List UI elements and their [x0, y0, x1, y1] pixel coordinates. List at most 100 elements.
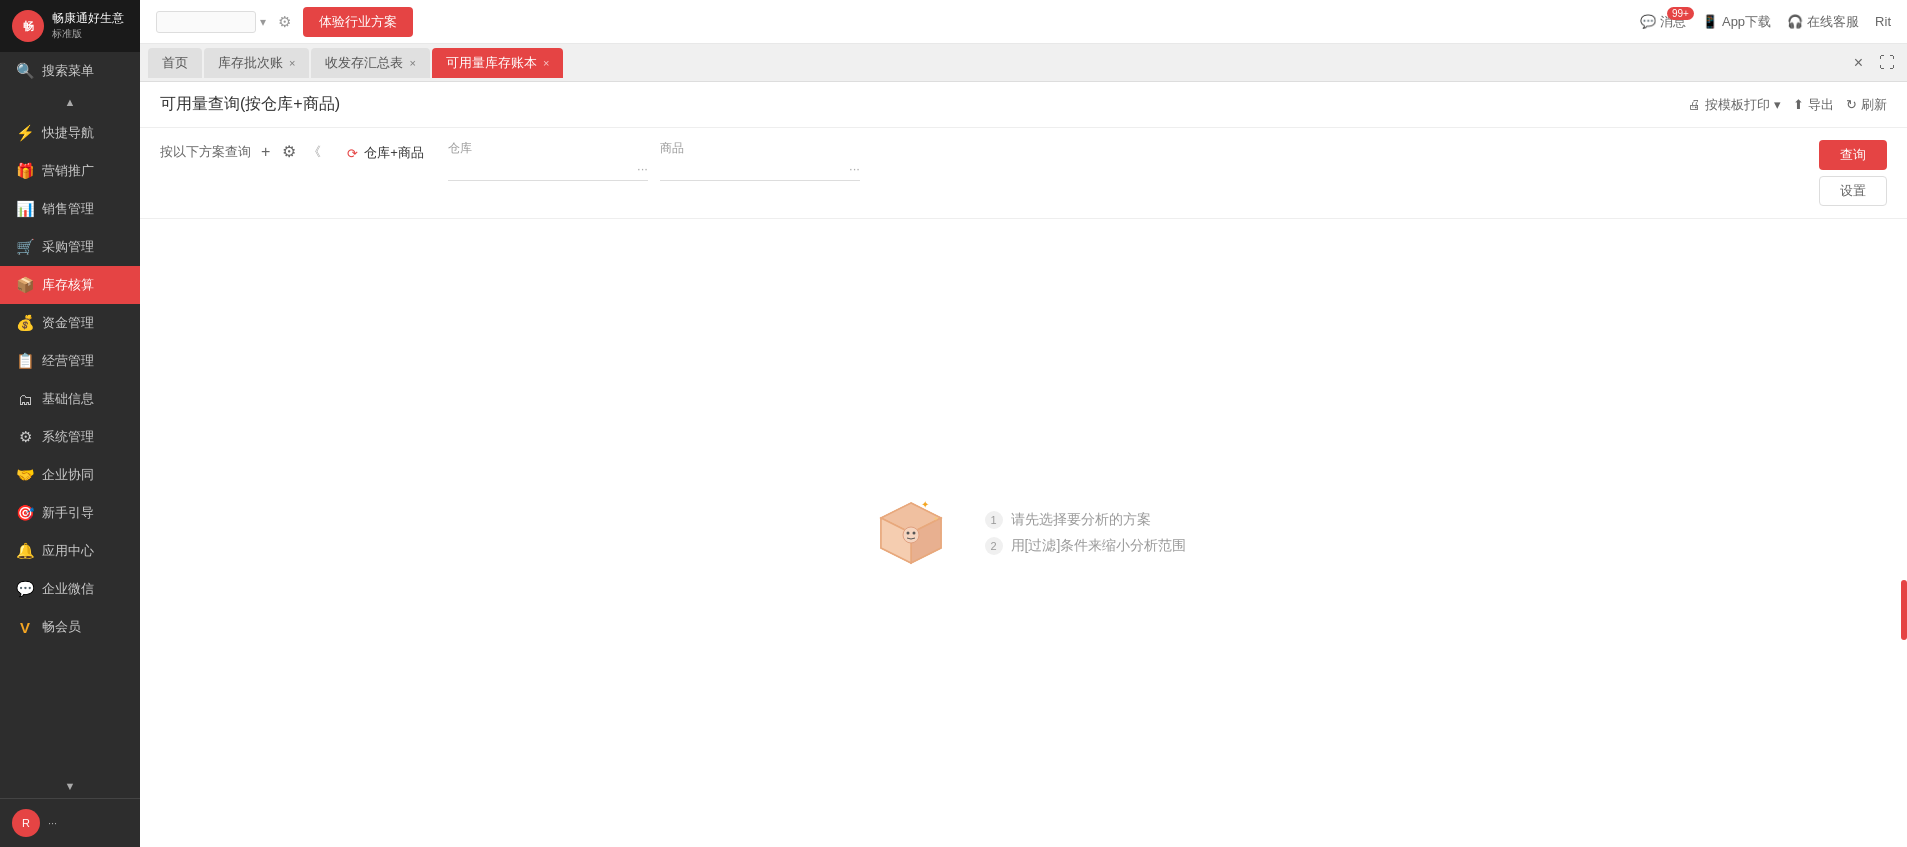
print-btn[interactable]: 🖨 按模板打印 ▾ — [1688, 96, 1781, 114]
svg-point-5 — [906, 532, 909, 535]
sidebar-item-label: 采购管理 — [42, 238, 94, 256]
sidebar-item-wechat[interactable]: 💬 企业微信 — [0, 570, 140, 608]
empty-svg: ✦ ✦ — [861, 483, 961, 583]
empty-msg-2: 2 用[过滤]条件来缩小分析范围 — [985, 537, 1187, 555]
export-btn[interactable]: ⬆ 导出 — [1793, 96, 1834, 114]
sidebar-item-member[interactable]: V 畅会员 — [0, 608, 140, 646]
scheme-item-warehouse-product[interactable]: ⟳ 仓库+商品 — [339, 140, 432, 166]
sidebar-item-enterprise[interactable]: 🤝 企业协同 — [0, 456, 140, 494]
quick-nav-icon: ⚡ — [16, 124, 34, 142]
search-menu-label: 搜索菜单 — [42, 62, 94, 80]
expand-tab-action[interactable]: ⛶ — [1875, 50, 1899, 76]
svg-text:✦: ✦ — [921, 499, 929, 510]
filter-field-product: 商品 ··· — [660, 140, 860, 181]
scheme-label: 按以下方案查询 — [160, 143, 251, 161]
app-download-btn[interactable]: 📱 App下载 — [1702, 13, 1771, 31]
sidebar-user-label: ··· — [48, 817, 57, 829]
settings-btn[interactable]: 设置 — [1819, 176, 1887, 206]
tab-collect-ledger[interactable]: 收发存汇总表 × — [311, 48, 429, 78]
sidebar-item-label: 新手引导 — [42, 504, 94, 522]
product-dots-btn[interactable]: ··· — [849, 161, 860, 176]
scheme-icon: ⟳ — [347, 146, 358, 161]
msg-text-2: 用[过滤]条件来缩小分析范围 — [1011, 537, 1187, 555]
sidebar-item-system[interactable]: ⚙ 系统管理 — [0, 418, 140, 456]
add-scheme-btn[interactable]: + — [259, 141, 272, 163]
svg-text:✦: ✦ — [933, 515, 939, 522]
sidebar: 畅 畅康通好生意 标准版 🔍 搜索菜单 ▲ ⚡ 快捷导航 🎁 营销推广 📊 销售… — [0, 0, 140, 847]
app-label: App下载 — [1722, 13, 1771, 31]
tab-available-ledger-label: 可用量库存账本 — [446, 54, 537, 72]
service-label: 在线客服 — [1807, 13, 1859, 31]
tab-available-ledger[interactable]: 可用量库存账本 × — [432, 48, 563, 78]
sidebar-item-label: 快捷导航 — [42, 124, 94, 142]
close-tab-action[interactable]: × — [1850, 50, 1867, 76]
warehouse-input[interactable] — [448, 161, 633, 176]
svg-point-6 — [912, 532, 915, 535]
tab-batch-ledger[interactable]: 库存批次账 × — [204, 48, 309, 78]
sidebar-item-label: 畅会员 — [42, 618, 81, 636]
sidebar-item-operation[interactable]: 📋 经营管理 — [0, 342, 140, 380]
msg-num-2: 2 — [985, 537, 1003, 555]
sidebar-item-guide[interactable]: 🎯 新手引导 — [0, 494, 140, 532]
user-info[interactable]: Rit — [1875, 14, 1891, 29]
warehouse-dots-btn[interactable]: ··· — [637, 161, 648, 176]
refresh-btn[interactable]: ↻ 刷新 — [1846, 96, 1887, 114]
app-title: 畅康通好生意 — [52, 11, 124, 27]
right-scrollbar[interactable] — [1901, 580, 1907, 640]
settings-icon[interactable]: ⚙ — [278, 13, 291, 31]
sidebar-item-finance[interactable]: 💰 资金管理 — [0, 304, 140, 342]
tab-home[interactable]: 首页 — [148, 48, 202, 78]
tab-close-batch[interactable]: × — [289, 57, 295, 69]
sidebar-item-app-center[interactable]: 🔔 应用中心 — [0, 532, 140, 570]
tab-close-collect[interactable]: × — [409, 57, 415, 69]
tab-close-available[interactable]: × — [543, 57, 549, 69]
sidebar-header: 畅 畅康通好生意 标准版 — [0, 0, 140, 52]
sidebar-item-inventory[interactable]: 📦 库存核算 — [0, 266, 140, 304]
empty-msg-1: 1 请先选择要分析的方案 — [985, 511, 1187, 529]
print-label: 按模板打印 — [1705, 96, 1770, 114]
marketing-icon: 🎁 — [16, 162, 34, 180]
scroll-down-btn[interactable]: ▼ — [0, 774, 140, 798]
msg-btn[interactable]: 💬 消息 99+ — [1640, 13, 1686, 31]
search-menu[interactable]: 🔍 搜索菜单 — [0, 52, 140, 90]
finance-icon: 💰 — [16, 314, 34, 332]
purchase-icon: 🛒 — [16, 238, 34, 256]
topbar: ▾ ⚙ 体验行业方案 💬 消息 99+ 📱 App下载 🎧 在线客服 Rit — [140, 0, 1907, 44]
warehouse-field-label: 仓库 — [448, 140, 648, 157]
logo-text: 畅 — [23, 19, 34, 34]
refresh-icon: ↻ — [1846, 97, 1857, 112]
sidebar-item-sales[interactable]: 📊 销售管理 — [0, 190, 140, 228]
sales-icon: 📊 — [16, 200, 34, 218]
service-btn[interactable]: 🎧 在线客服 — [1787, 13, 1859, 31]
avatar: R — [12, 809, 40, 837]
system-icon: ⚙ — [16, 428, 34, 446]
scheme-settings-btn[interactable]: ⚙ — [280, 140, 298, 163]
product-field-label: 商品 — [660, 140, 860, 157]
product-input[interactable] — [660, 161, 845, 176]
scroll-up-btn[interactable]: ▲ — [0, 90, 140, 114]
sidebar-item-marketing[interactable]: 🎁 营销推广 — [0, 152, 140, 190]
main-content: ▾ ⚙ 体验行业方案 💬 消息 99+ 📱 App下载 🎧 在线客服 Rit — [140, 0, 1907, 847]
query-btn[interactable]: 查询 — [1819, 140, 1887, 170]
sidebar-item-label: 企业微信 — [42, 580, 94, 598]
search-icon: 🔍 — [16, 62, 34, 80]
empty-illustration: ✦ ✦ — [861, 483, 961, 583]
msg-num-1: 1 — [985, 511, 1003, 529]
topbar-right: 💬 消息 99+ 📱 App下载 🎧 在线客服 Rit — [1640, 13, 1891, 31]
page-header: 可用量查询(按仓库+商品) 🖨 按模板打印 ▾ ⬆ 导出 ↻ 刷新 — [140, 82, 1907, 128]
chevron-down-icon: ▾ — [1774, 97, 1781, 112]
sidebar-logo: 畅 — [12, 10, 44, 42]
sidebar-item-purchase[interactable]: 🛒 采购管理 — [0, 228, 140, 266]
msg-text-1: 请先选择要分析的方案 — [1011, 511, 1151, 529]
industry-btn[interactable]: 体验行业方案 — [303, 7, 413, 37]
sidebar-item-base-info[interactable]: 🗂 基础信息 — [0, 380, 140, 418]
collapse-btn[interactable]: 《 — [306, 141, 323, 163]
sidebar-nav: ⚡ 快捷导航 🎁 营销推广 📊 销售管理 🛒 采购管理 📦 库存核算 💰 资金管… — [0, 114, 140, 774]
filter-field-warehouse: 仓库 ··· — [448, 140, 648, 181]
export-label: 导出 — [1808, 96, 1834, 114]
sidebar-item-quick-nav[interactable]: ⚡ 快捷导航 — [0, 114, 140, 152]
inventory-icon: 📦 — [16, 276, 34, 294]
print-icon: 🖨 — [1688, 97, 1701, 112]
filter-scheme-controls: 按以下方案查询 + ⚙ 《 — [160, 140, 323, 163]
breadcrumb-input[interactable] — [156, 11, 256, 33]
